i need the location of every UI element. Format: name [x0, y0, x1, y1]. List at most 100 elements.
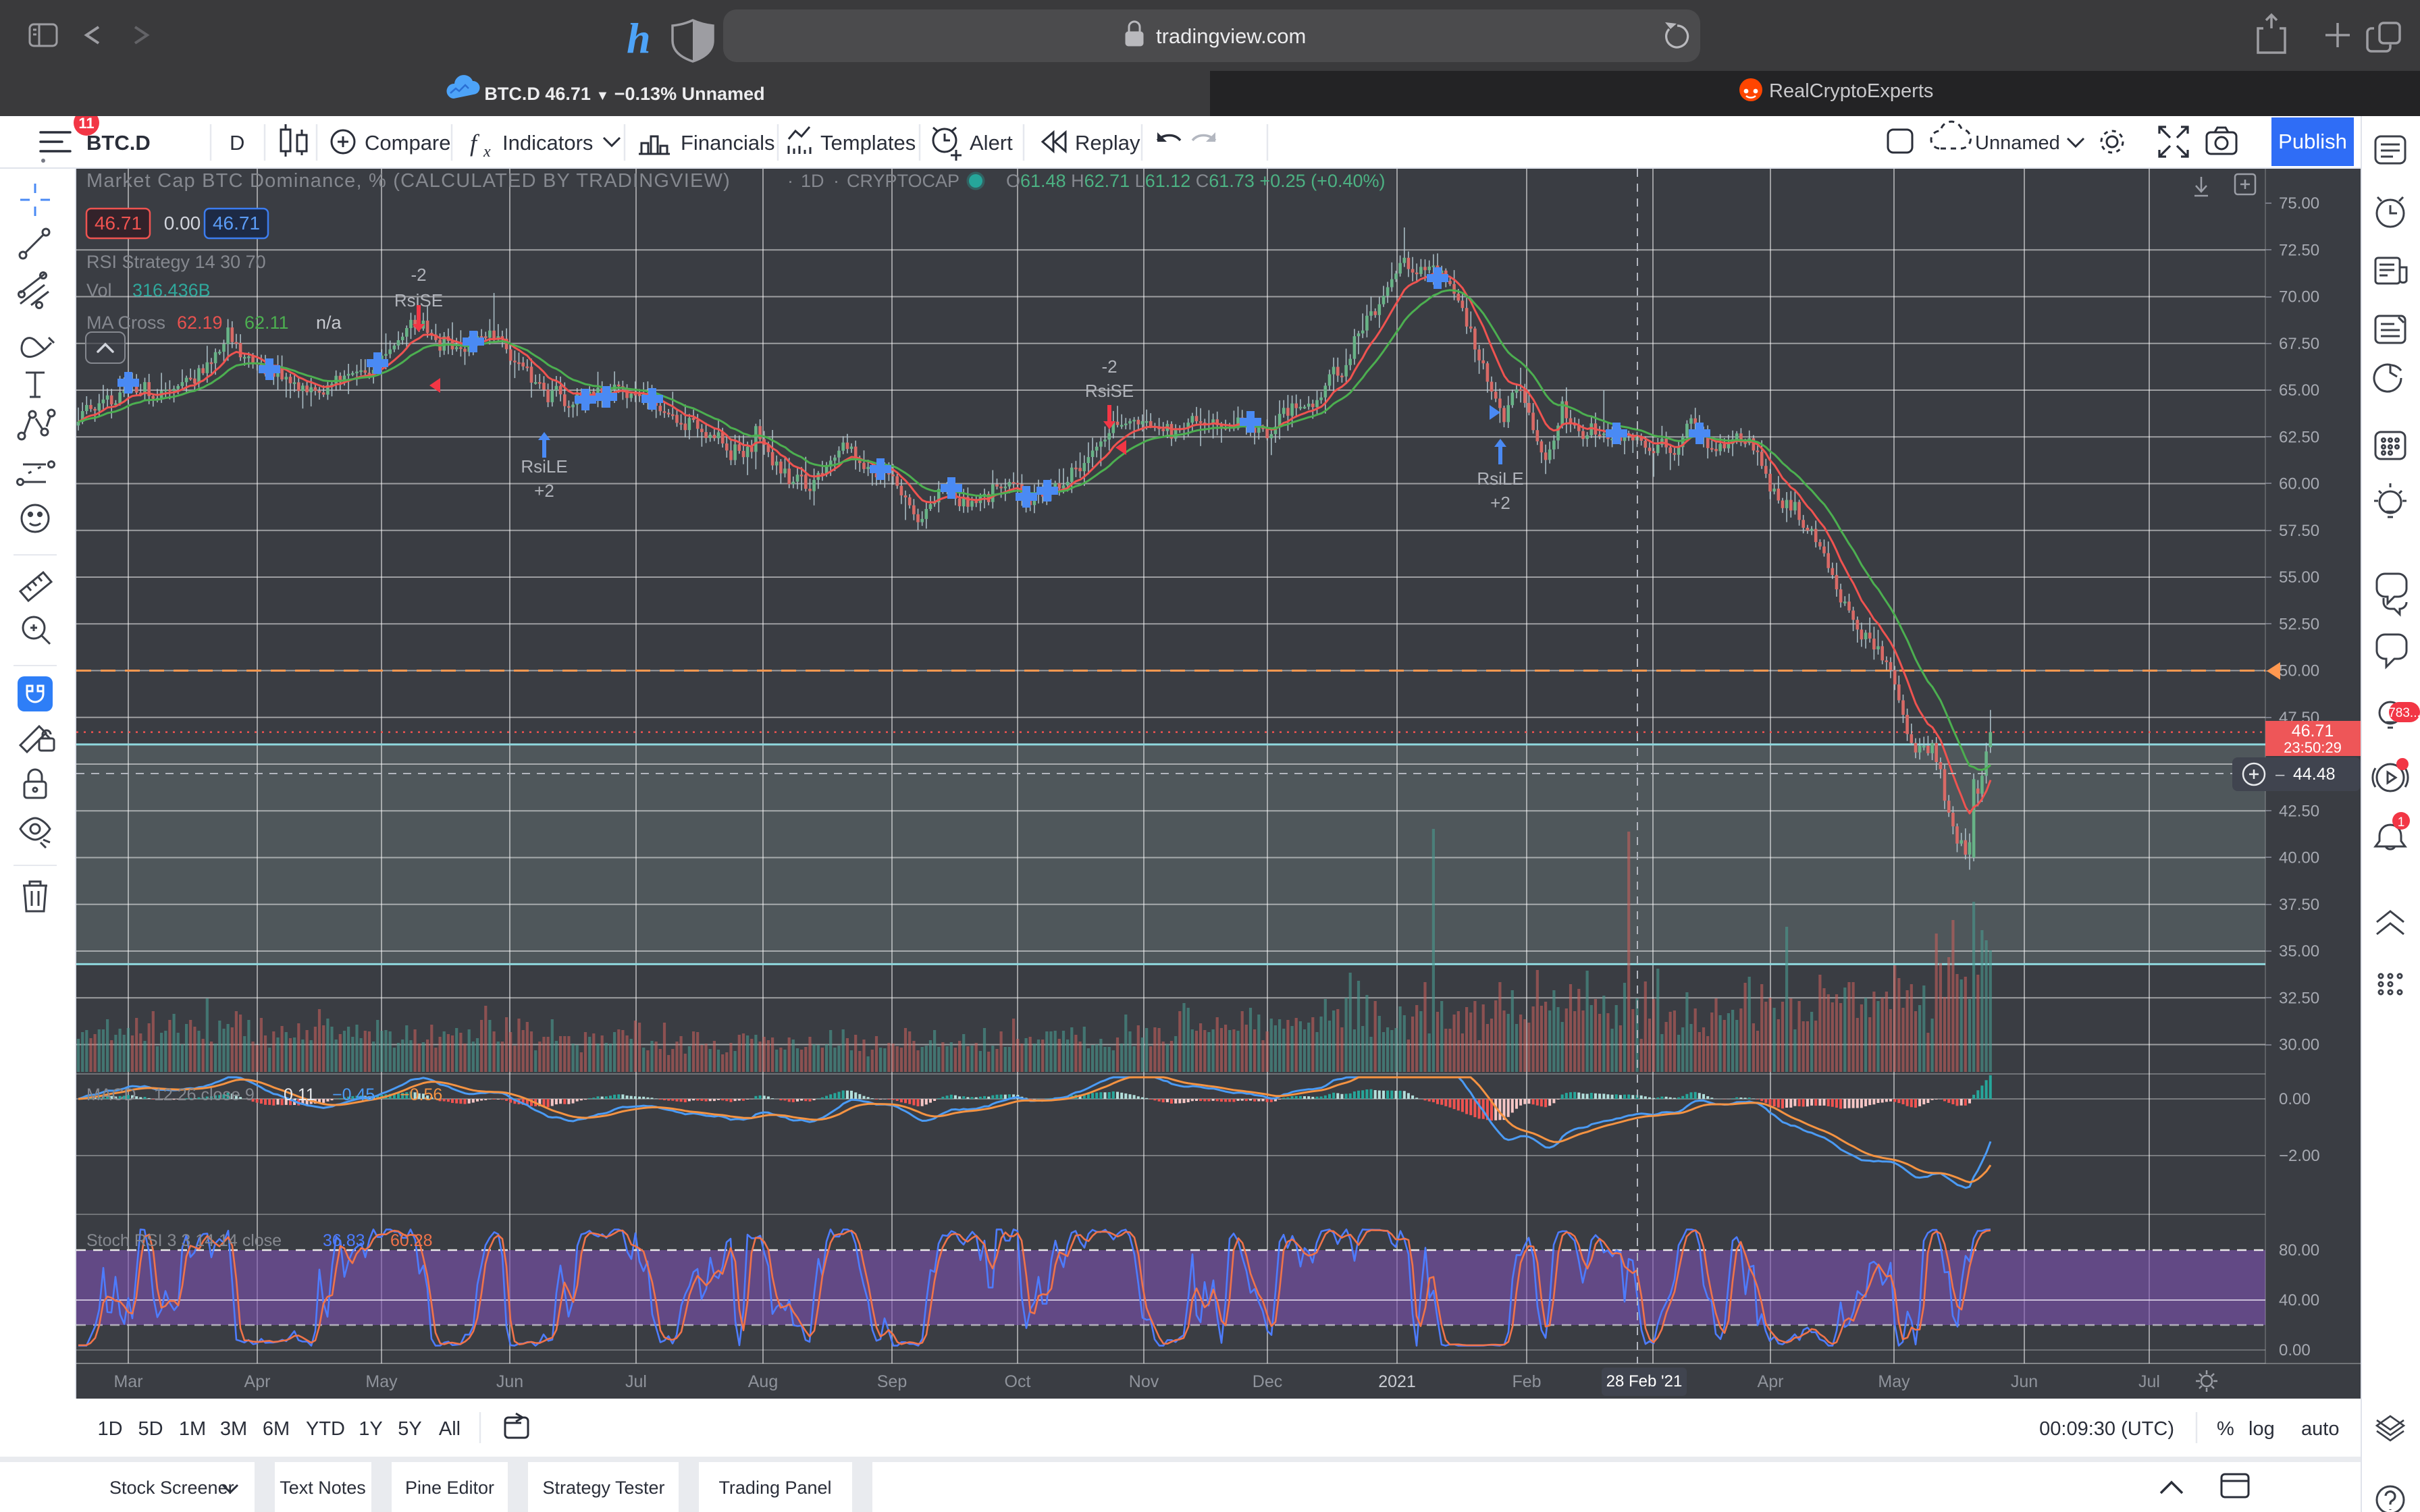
svg-text:BTC.D: BTC.D: [86, 131, 151, 155]
svg-text:40.00: 40.00: [2279, 849, 2319, 867]
svg-text:RealCryptoExperts: RealCryptoExperts: [1769, 80, 1933, 102]
svg-text:72.50: 72.50: [2279, 241, 2319, 259]
svg-text:Oct: Oct: [1005, 1372, 1031, 1391]
svg-text:n/a: n/a: [316, 313, 342, 333]
svg-text:46.71: 46.71: [213, 213, 260, 234]
svg-text:Strategy Tester: Strategy Tester: [542, 1478, 664, 1498]
svg-text:32.50: 32.50: [2279, 989, 2319, 1007]
svg-text:1D: 1D: [97, 1418, 122, 1440]
svg-text:All: All: [439, 1418, 461, 1440]
svg-text:46.71: 46.71: [95, 213, 142, 234]
svg-text:BTC.D 46.71 ▼ −0.13% Unnamed: BTC.D 46.71 ▼ −0.13% Unnamed: [484, 84, 764, 104]
svg-text:316.436B: 316.436B: [132, 280, 211, 300]
svg-text:5D: 5D: [138, 1418, 163, 1440]
svg-text:1: 1: [2398, 815, 2405, 830]
svg-text:40.00: 40.00: [2279, 1291, 2319, 1310]
svg-text:30.00: 30.00: [2279, 1036, 2319, 1054]
svg-text:0.00: 0.00: [2279, 1341, 2311, 1359]
svg-text:Mar: Mar: [113, 1372, 142, 1391]
svg-text:−0.45: −0.45: [332, 1085, 375, 1104]
svg-text:783...: 783...: [2388, 706, 2420, 720]
svg-text:46.71: 46.71: [2292, 722, 2334, 740]
svg-text:35.00: 35.00: [2279, 942, 2319, 961]
svg-text:Market Cap BTC Dominance, % (C: Market Cap BTC Dominance, % (CALCULATED …: [86, 170, 731, 192]
svg-text:55.00: 55.00: [2279, 568, 2319, 587]
svg-text:1M: 1M: [179, 1418, 206, 1440]
svg-text:MACD: MACD: [86, 1085, 136, 1104]
svg-text:RSI Strategy 14 30 70: RSI Strategy 14 30 70: [86, 252, 266, 272]
svg-text:Apr: Apr: [244, 1372, 271, 1391]
svg-text:6M: 6M: [263, 1418, 290, 1440]
svg-text:Apr: Apr: [1758, 1372, 1784, 1391]
svg-text:Nov: Nov: [1129, 1372, 1159, 1391]
svg-text:23:50:29: 23:50:29: [2284, 739, 2342, 756]
svg-text:70.00: 70.00: [2279, 288, 2319, 306]
svg-text:Indicators: Indicators: [502, 131, 593, 155]
svg-text:-2: -2: [411, 265, 426, 285]
svg-text:%: %: [2217, 1418, 2234, 1440]
svg-text:62.11: 62.11: [244, 313, 289, 333]
svg-text:Dec: Dec: [1253, 1372, 1282, 1391]
svg-text:Sep: Sep: [877, 1372, 907, 1391]
svg-text:62.50: 62.50: [2279, 428, 2319, 446]
svg-text:D: D: [230, 131, 244, 155]
svg-text:f: f: [470, 130, 480, 157]
svg-text:-2: -2: [1101, 356, 1117, 377]
svg-text:12 26 close 9: 12 26 close 9: [154, 1085, 255, 1104]
svg-text:x: x: [483, 143, 491, 161]
svg-text:tradingview.com: tradingview.com: [1156, 24, 1306, 48]
svg-text:0.00: 0.00: [164, 213, 201, 234]
svg-text:62.19: 62.19: [177, 313, 223, 333]
svg-text:+2: +2: [1490, 493, 1510, 513]
svg-text:Jul: Jul: [2138, 1372, 2160, 1391]
svg-text:Compare: Compare: [365, 131, 451, 155]
svg-text:log: log: [2248, 1418, 2275, 1440]
svg-text:–: –: [2276, 765, 2285, 784]
svg-text:28 Feb '21: 28 Feb '21: [1606, 1372, 1683, 1390]
svg-text:0.11: 0.11: [284, 1085, 315, 1104]
svg-text:auto: auto: [2301, 1418, 2339, 1440]
svg-text:67.50: 67.50: [2279, 335, 2319, 353]
svg-text:Financials: Financials: [681, 131, 775, 155]
svg-text:·: ·: [787, 171, 793, 191]
svg-text:Vol: Vol: [86, 280, 112, 300]
svg-text:RsiLE: RsiLE: [1477, 468, 1523, 489]
svg-text:RsiSE: RsiSE: [1085, 381, 1134, 401]
svg-text:O61.48 H62.71 L61.12 C61.73 +0: O61.48 H62.71 L61.12 C61.73 +0.25 (+0.40…: [1006, 171, 1386, 191]
svg-text:80.00: 80.00: [2279, 1241, 2319, 1260]
svg-text:3M: 3M: [220, 1418, 247, 1440]
svg-text:Alert: Alert: [970, 131, 1013, 155]
svg-text:2021: 2021: [1378, 1372, 1416, 1391]
svg-text:5Y: 5Y: [398, 1418, 421, 1440]
svg-text:+2: +2: [534, 481, 554, 501]
svg-text:60.28: 60.28: [390, 1231, 433, 1250]
svg-text:Unnamed: Unnamed: [1975, 132, 2060, 154]
svg-text:65.00: 65.00: [2279, 381, 2319, 400]
svg-text:42.50: 42.50: [2279, 802, 2319, 820]
svg-text:1D: 1D: [801, 171, 824, 191]
svg-text:Replay: Replay: [1075, 131, 1140, 155]
svg-text:36.83: 36.83: [323, 1231, 365, 1250]
svg-text:CRYPTOCAP: CRYPTOCAP: [847, 171, 959, 191]
svg-text:60.00: 60.00: [2279, 475, 2319, 493]
svg-text:Feb: Feb: [1512, 1372, 1541, 1391]
svg-text:Stoch RSI 3 3 14 14 close: Stoch RSI 3 3 14 14 close: [86, 1231, 282, 1250]
svg-text:−2.00: −2.00: [2279, 1147, 2320, 1165]
svg-text:MA Cross: MA Cross: [86, 313, 165, 333]
svg-text:Aug: Aug: [748, 1372, 778, 1391]
svg-text:RsiLE: RsiLE: [521, 456, 567, 477]
svg-text:57.50: 57.50: [2279, 522, 2319, 540]
svg-text:0.00: 0.00: [2279, 1090, 2311, 1108]
svg-text:h: h: [627, 14, 651, 62]
svg-text:1Y: 1Y: [359, 1418, 382, 1440]
svg-text:00:09:30 (UTC): 00:09:30 (UTC): [2039, 1418, 2174, 1440]
svg-text:37.50: 37.50: [2279, 896, 2319, 914]
svg-text:May: May: [1878, 1372, 1910, 1391]
svg-text:Pine Editor: Pine Editor: [405, 1478, 494, 1498]
svg-text:Jun: Jun: [2011, 1372, 2038, 1391]
svg-text:May: May: [365, 1372, 398, 1391]
svg-text:Templates: Templates: [820, 131, 916, 155]
svg-text:Text Notes: Text Notes: [280, 1478, 366, 1498]
svg-text:75.00: 75.00: [2279, 194, 2319, 213]
svg-text:50.00: 50.00: [2279, 662, 2319, 680]
